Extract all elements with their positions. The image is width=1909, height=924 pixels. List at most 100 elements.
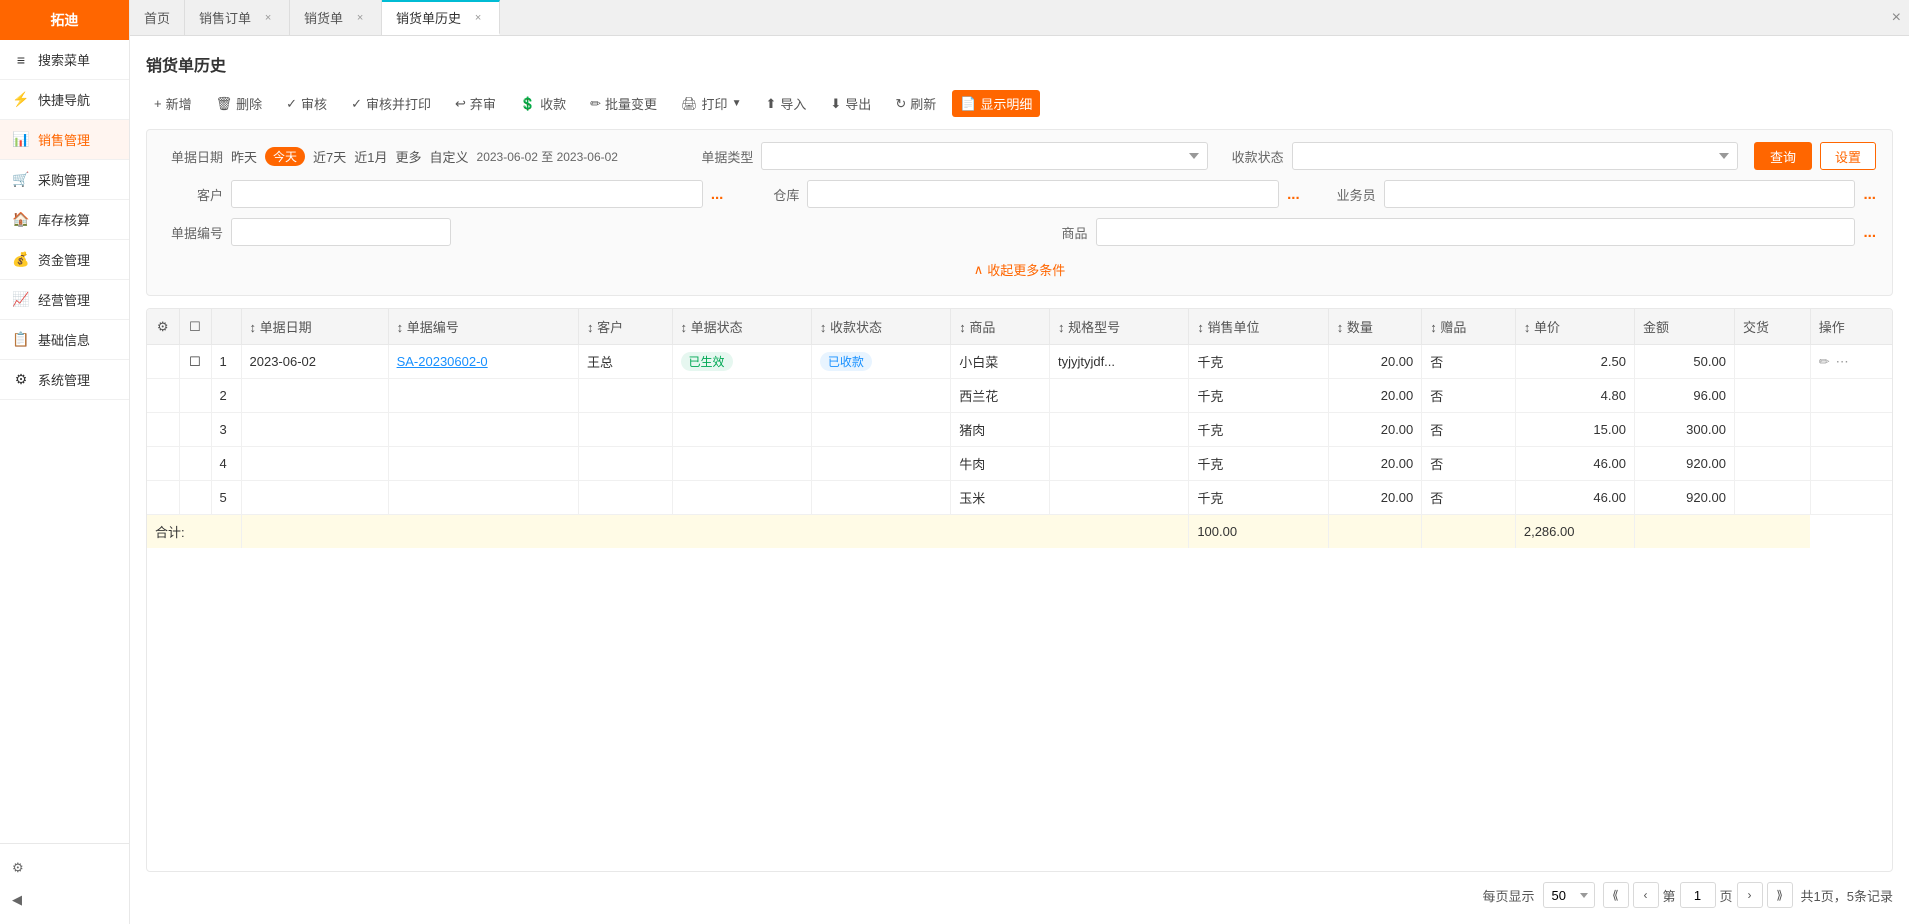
export-button[interactable]: ⬇ 导出 [822,90,879,117]
edit-icon[interactable]: ✏ [1819,354,1830,370]
collect-button[interactable]: 💲 收款 [512,90,574,117]
salesperson-input[interactable] [1384,180,1856,208]
cell-gift: 否 [1422,413,1516,447]
th-unit[interactable]: ↕ 销售单位 [1189,309,1328,345]
th-customer[interactable]: ↕ 客户 [578,309,672,345]
shortcut-more[interactable]: 更多 [396,147,422,166]
cell-transaction [1734,379,1810,413]
warehouse-dots[interactable]: ... [1287,186,1300,203]
th-doc-no[interactable]: ↕ 单据编号 [388,309,578,345]
more-icon[interactable]: ⋯ [1836,354,1849,370]
table-footer-row: 合计: 100.00 2,286.00 [147,515,1892,549]
shortcut-today[interactable]: 今天 [265,147,305,166]
search-button[interactable]: 查询 [1754,142,1812,170]
tab-sales-history[interactable]: 销货单历史 × [382,0,500,35]
new-button[interactable]: + 新增 [146,90,200,117]
cell-rowno: 4 [211,447,241,481]
audit-button[interactable]: ✓ 审核 [278,90,335,117]
tab-sales-order[interactable]: 销售订单 × [185,0,290,35]
doctype-select[interactable] [761,142,1207,170]
sidebar-item-search-menu[interactable]: ≡ 搜索菜单 [0,40,129,80]
tab-home[interactable]: 首页 [130,0,185,35]
cell-checkbox[interactable] [179,481,211,515]
cell-doc-no[interactable]: SA-20230602-0 [388,345,578,379]
set-button[interactable]: 设置 [1820,142,1876,170]
customer-dots[interactable]: ... [711,186,724,203]
cell-quantity: 20.00 [1328,413,1422,447]
audit-print-button[interactable]: ✓ 审核并打印 [343,90,439,117]
refresh-button[interactable]: ↻ 刷新 [887,90,944,117]
sidebar-item-system-mgmt[interactable]: ⚙ 系统管理 [0,360,129,400]
print-label: 打印 [702,94,728,113]
cell-goods: 西兰花 [951,379,1050,413]
show-detail-button[interactable]: 📄 显示明细 [952,90,1040,117]
th-settings[interactable]: ⚙ [147,309,179,345]
sidebar-collapse-btn[interactable]: ◀ [0,884,129,916]
sidebar-item-label: 资金管理 [38,250,90,269]
data-table-container: ⚙ ☐ ↕ 单据日期 ↕ 单据编号 ↕ 客户 ↕ 单据状 [146,308,1893,872]
cell-payment-status [811,447,950,481]
th-goods-label: ↕ 商品 [959,320,995,335]
page-first-btn[interactable]: ⟪ [1603,882,1629,908]
payment-select[interactable] [1292,142,1738,170]
page-input[interactable] [1680,882,1716,908]
tab-bar-close-btn[interactable]: × [1892,9,1901,27]
sidebar-item-inventory[interactable]: 🏠 库存核算 [0,200,129,240]
th-gift[interactable]: ↕ 赠品 [1422,309,1516,345]
shortcut-custom[interactable]: 自定义 [430,147,469,166]
th-quantity[interactable]: ↕ 数量 [1328,309,1422,345]
cell-doc-no [388,413,578,447]
sidebar-item-quick-nav[interactable]: ⚡ 快捷导航 [0,80,129,120]
sidebar-item-finance[interactable]: 💰 资金管理 [0,240,129,280]
sidebar-settings-btn[interactable]: ⚙ [0,852,129,884]
shortcut-1month[interactable]: 近1月 [354,147,387,166]
collapse-button[interactable]: ∧ 收起更多条件 [163,256,1876,283]
delete-button[interactable]: 🗑 删除 [208,90,271,117]
abandon-button[interactable]: ↩ 弃审 [447,90,504,117]
th-spec[interactable]: ↕ 规格型号 [1049,309,1188,345]
filter-goods-field: 商品 ... [1028,218,1877,246]
th-payment-status[interactable]: ↕ 收款状态 [811,309,950,345]
cell-unit: 千克 [1189,481,1328,515]
per-page-select[interactable]: 50 20 100 [1543,882,1595,908]
cell-unit: 千克 [1189,345,1328,379]
cell-checkbox[interactable] [179,447,211,481]
tab-sales-goods-close[interactable]: × [353,11,367,25]
th-doc-date[interactable]: ↕ 单据日期 [241,309,388,345]
cell-checkbox[interactable] [179,379,211,413]
import-button[interactable]: ⬆ 导入 [757,90,814,117]
print-button[interactable]: 🖨 打印 ▼ [673,90,749,117]
tab-sales-goods[interactable]: 销货单 × [290,0,382,35]
docno-input[interactable] [231,218,451,246]
page-next-btn[interactable]: › [1737,882,1763,908]
cell-checkbox[interactable] [179,413,211,447]
th-checkbox[interactable]: ☐ [179,309,211,345]
sidebar-item-purchase-mgmt[interactable]: 🛒 采购管理 [0,160,129,200]
page-last-btn[interactable]: ⟫ [1767,882,1793,908]
cell-checkbox[interactable]: ☐ [179,345,211,379]
shortcut-yesterday[interactable]: 昨天 [231,147,257,166]
warehouse-input[interactable] [807,180,1279,208]
batch-change-button[interactable]: ✏ 批量变更 [582,90,665,117]
cell-payment-status [811,481,950,515]
page-prev-btn[interactable]: ‹ [1633,882,1659,908]
tab-sales-history-label: 销货单历史 [396,8,461,27]
filter-warehouse-field: 仓库 ... [739,180,1299,208]
sidebar-item-sales-mgmt[interactable]: 📊 销售管理 [0,120,129,160]
doc-no-link[interactable]: SA-20230602-0 [397,354,488,369]
goods-input[interactable] [1096,218,1856,246]
th-unit-price[interactable]: ↕ 单价 [1515,309,1634,345]
th-doc-status[interactable]: ↕ 单据状态 [672,309,811,345]
customer-input[interactable] [231,180,703,208]
sidebar-item-basic-info[interactable]: 📋 基础信息 [0,320,129,360]
sidebar-item-operations[interactable]: 📈 经营管理 [0,280,129,320]
tab-sales-order-close[interactable]: × [261,11,275,25]
per-page-label: 每页显示 [1482,886,1534,905]
cell-customer [578,413,672,447]
cell-spec [1049,447,1188,481]
shortcut-7days[interactable]: 近7天 [313,147,346,166]
goods-dots[interactable]: ... [1863,224,1876,241]
tab-sales-history-close[interactable]: × [471,11,485,25]
th-goods[interactable]: ↕ 商品 [951,309,1050,345]
salesperson-dots[interactable]: ... [1863,186,1876,203]
